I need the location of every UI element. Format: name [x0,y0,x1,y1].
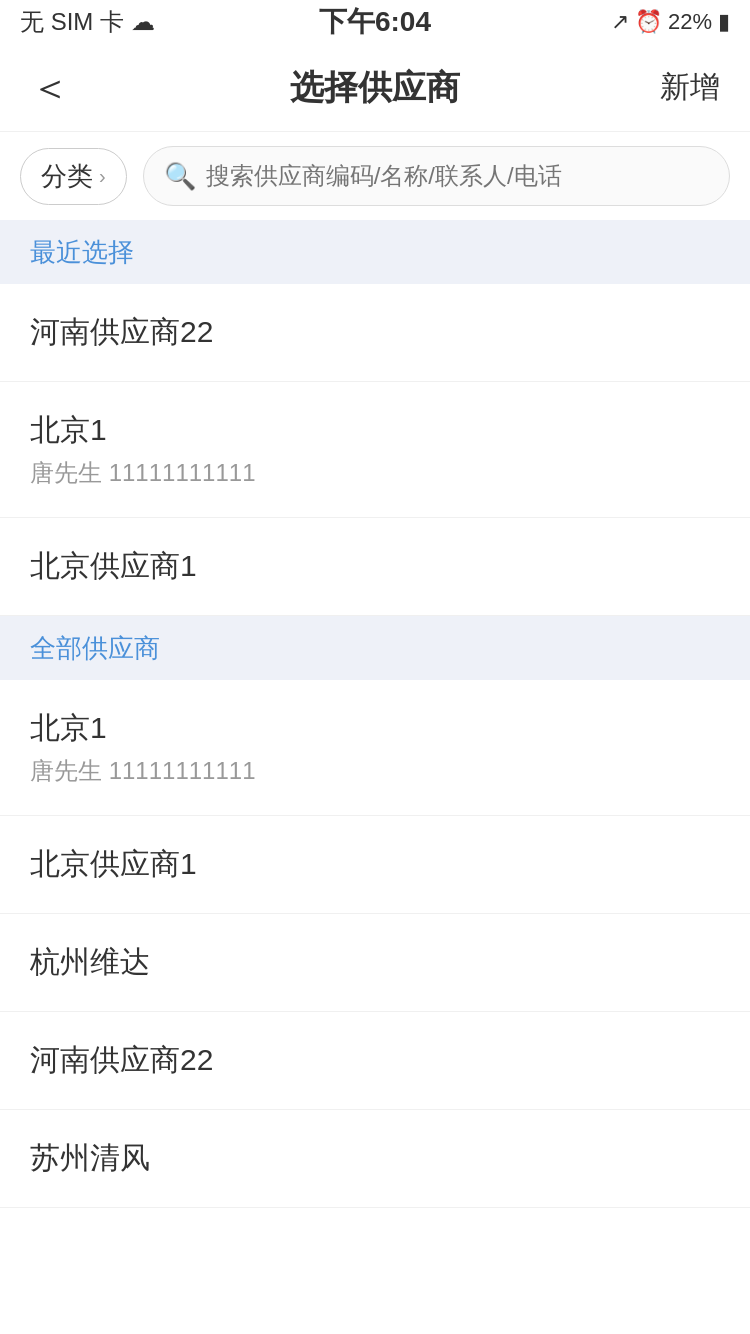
item-name: 苏州清风 [30,1138,720,1179]
page-title: 选择供应商 [290,65,460,111]
item-name: 北京供应商1 [30,546,720,587]
recent-section-header: 最近选择 [0,220,750,284]
status-right: ↗ ⏰ 22% ▮ [611,9,730,35]
list-item[interactable]: 河南供应商22 [0,284,750,382]
battery-level: 22% [668,9,712,35]
nav-bar: ＜ 选择供应商 新增 [0,44,750,132]
back-button[interactable]: ＜ [30,60,90,115]
all-section-label: 全部供应商 [30,631,160,666]
chevron-right-icon: › [99,165,106,188]
status-bar: 无 SIM 卡 ☁ 下午6:04 ↗ ⏰ 22% ▮ [0,0,750,44]
add-button[interactable]: 新增 [660,67,720,108]
item-sub: 唐先生 11111111111 [30,755,720,787]
all-section-header: 全部供应商 [0,616,750,680]
recent-list: 河南供应商22 北京1 唐先生 11111111111 北京供应商1 [0,284,750,616]
item-name: 杭州维达 [30,942,720,983]
status-time: 下午6:04 [319,3,431,41]
item-name: 河南供应商22 [30,1040,720,1081]
search-input[interactable] [206,162,709,190]
alarm-icon: ⏰ [635,9,662,35]
item-name: 北京1 [30,410,720,451]
search-icon: 🔍 [164,161,196,192]
recent-section-label: 最近选择 [30,235,134,270]
list-item[interactable]: 河南供应商22 [0,1012,750,1110]
list-item[interactable]: 北京1 唐先生 11111111111 [0,680,750,816]
all-list: 北京1 唐先生 11111111111 北京供应商1 杭州维达河南供应商22 苏州清风 [0,680,750,1208]
list-item[interactable]: 北京1 唐先生 11111111111 [0,382,750,518]
item-name: 北京1 [30,708,720,749]
category-button[interactable]: 分类 › [20,148,127,205]
item-name: 北京供应商1 [30,844,720,885]
list-item[interactable]: 北京供应商1 [0,518,750,616]
sim-status: 无 SIM 卡 ☁ [20,6,155,38]
list-item[interactable]: 苏州清风 [0,1110,750,1208]
list-item[interactable]: 北京供应商1 [0,816,750,914]
item-sub: 唐先生 11111111111 [30,457,720,489]
battery-icon: ▮ [718,9,730,35]
list-item[interactable]: 杭州维达 [0,914,750,1012]
item-name: 河南供应商22 [30,312,720,353]
status-left: 无 SIM 卡 ☁ [20,6,155,38]
category-label: 分类 [41,159,93,194]
location-icon: ↗ [611,9,629,35]
filter-bar: 分类 › 🔍 [0,132,750,220]
search-box[interactable]: 🔍 [143,146,730,206]
